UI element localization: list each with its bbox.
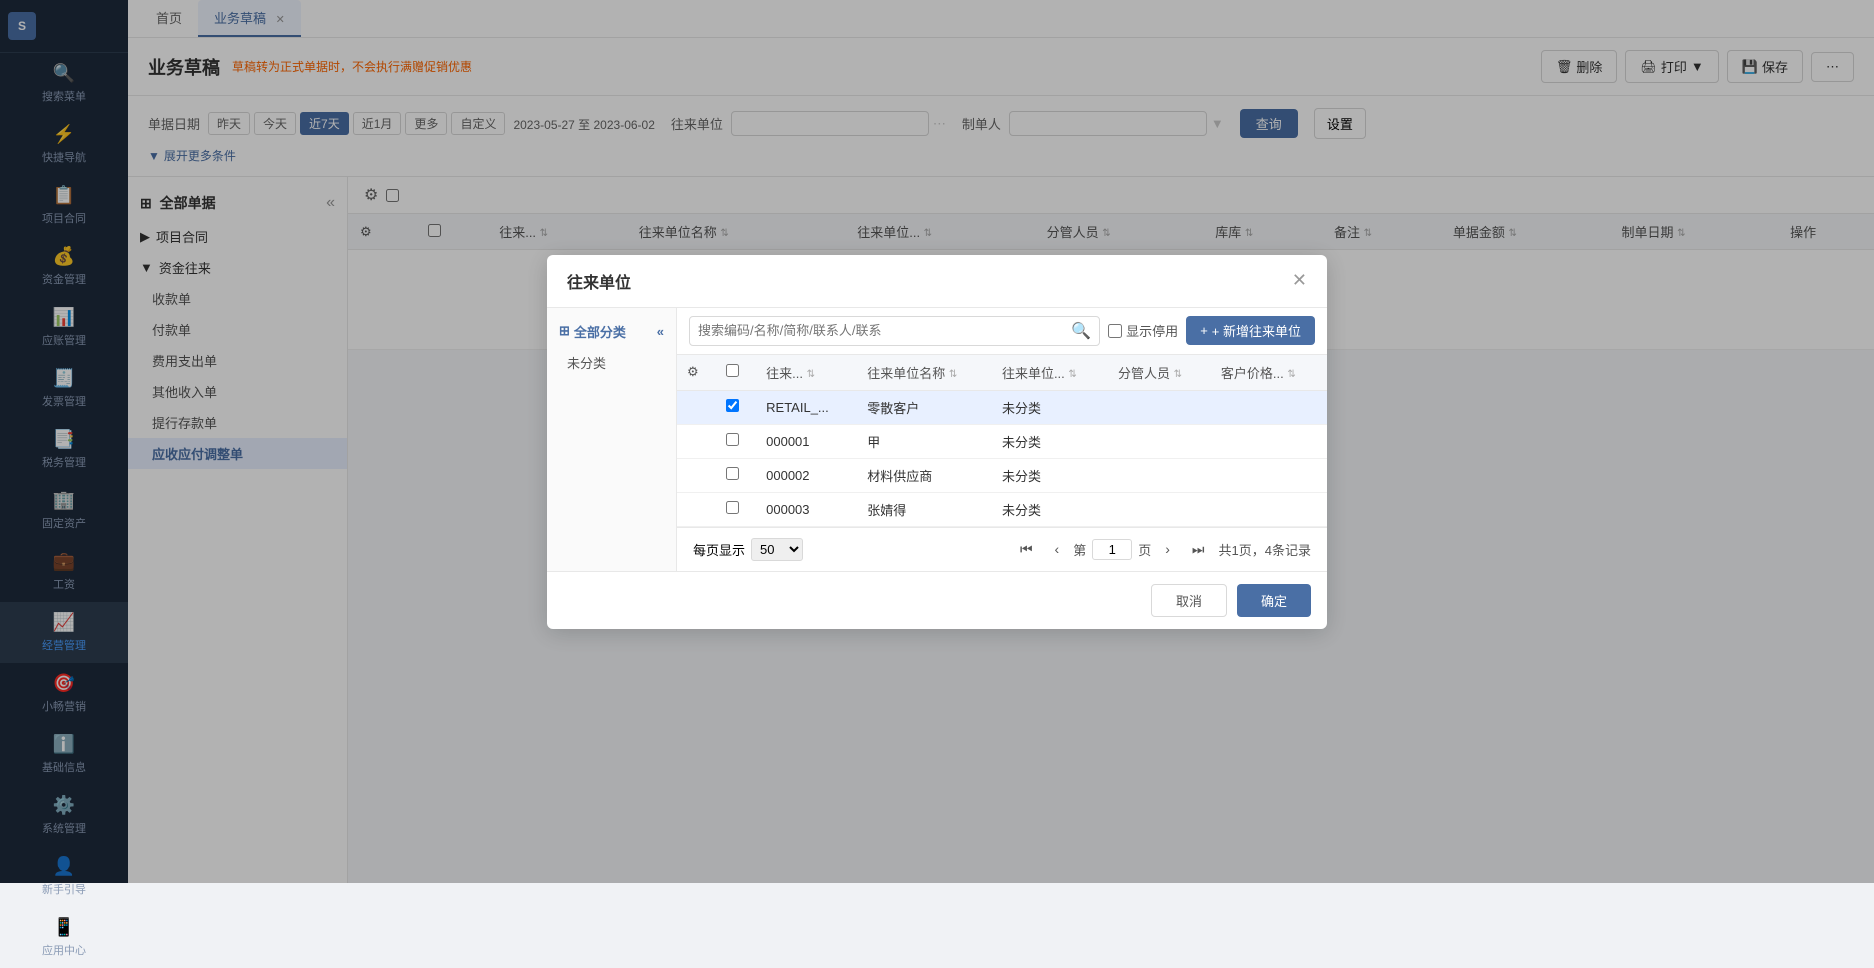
page-input[interactable] xyxy=(1092,539,1132,560)
row-checkbox[interactable] xyxy=(726,433,739,446)
row-code-cell: 000002 xyxy=(756,458,857,492)
row-checkbox-cell xyxy=(716,458,756,492)
modal-all-categories[interactable]: ⊞ 全部分类 « xyxy=(547,316,676,347)
row-category-cell: 未分类 xyxy=(992,458,1108,492)
add-partner-button[interactable]: + + 新增往来单位 xyxy=(1186,316,1315,345)
modal-footer: 每页显示 50 100 ⏮ ‹ 第 页 › ⏭ 共1页 xyxy=(677,527,1327,571)
modal-table-row[interactable]: RETAIL_... 零散客户 未分类 xyxy=(677,390,1327,424)
page-next-button[interactable]: › xyxy=(1157,539,1178,559)
row-price-cell xyxy=(1211,390,1327,424)
modal-close-button[interactable]: ✕ xyxy=(1292,270,1307,291)
modal-table-row[interactable]: 000001 甲 未分类 xyxy=(677,424,1327,458)
modal-table: ⚙ 往来... ⇅ 往来单位名称 ⇅ 往来单位... ⇅ 分管人员 ⇅ 客户价格… xyxy=(677,355,1327,527)
sidebar-item-appcenter[interactable]: 📱 应用中心 xyxy=(0,907,128,968)
show-disabled-label: 显示停用 xyxy=(1108,321,1178,340)
modal-col-code: 往来... ⇅ xyxy=(756,355,857,391)
page-prev-button[interactable]: ‹ xyxy=(1047,539,1068,559)
row-settings-cell xyxy=(677,390,716,424)
plus-icon: + xyxy=(1200,323,1208,338)
row-code-cell: RETAIL_... xyxy=(756,390,857,424)
modal-title: 往来单位 xyxy=(567,269,631,293)
row-checkbox-cell xyxy=(716,390,756,424)
modal-col-checkbox xyxy=(716,355,756,391)
row-category-cell: 未分类 xyxy=(992,424,1108,458)
row-price-cell xyxy=(1211,458,1327,492)
total-records: 共1页，4条记录 xyxy=(1219,540,1311,559)
row-checkbox-cell xyxy=(716,424,756,458)
modal-header: 往来单位 ✕ xyxy=(547,255,1327,308)
row-name-cell: 材料供应商 xyxy=(857,458,992,492)
row-code-cell: 000003 xyxy=(756,492,857,526)
modal-col-manager: 分管人员 ⇅ xyxy=(1108,355,1211,391)
modal-actions: 取消 确定 xyxy=(547,571,1327,629)
sidebar-item-label: 新手引导 xyxy=(42,881,86,897)
row-manager-cell xyxy=(1108,492,1211,526)
modal-left-panel: ⊞ 全部分类 « 未分类 xyxy=(547,308,677,571)
modal-col-category: 往来单位... ⇅ xyxy=(992,355,1108,391)
row-checkbox-cell xyxy=(716,492,756,526)
modal-body: ⊞ 全部分类 « 未分类 🔍 显示停用 xyxy=(547,308,1327,571)
pagination: ⏮ ‹ 第 页 › ⏭ 共1页，4条记录 xyxy=(1012,539,1311,560)
modal-toolbar: 🔍 显示停用 + + 新增往来单位 xyxy=(677,308,1327,355)
page-first-button[interactable]: ⏮ xyxy=(1012,539,1041,560)
modal-uncategorized[interactable]: 未分类 xyxy=(547,347,676,378)
row-checkbox[interactable] xyxy=(726,501,739,514)
row-price-cell xyxy=(1211,424,1327,458)
per-page-select[interactable]: 50 100 xyxy=(751,538,803,561)
modal-table-row[interactable]: 000002 材料供应商 未分类 xyxy=(677,458,1327,492)
row-category-cell: 未分类 xyxy=(992,390,1108,424)
row-settings-cell xyxy=(677,424,716,458)
row-price-cell xyxy=(1211,492,1327,526)
row-checkbox[interactable] xyxy=(726,467,739,480)
search-icon: 🔍 xyxy=(1071,321,1091,341)
modal-col-name: 往来单位名称 ⇅ xyxy=(857,355,992,391)
modal-search-input[interactable] xyxy=(698,323,1071,338)
per-page-area: 每页显示 50 100 xyxy=(693,538,803,561)
row-manager-cell xyxy=(1108,424,1211,458)
modal-col-price: 客户价格... ⇅ xyxy=(1211,355,1327,391)
row-settings-cell xyxy=(677,458,716,492)
row-manager-cell xyxy=(1108,458,1211,492)
page-last-button[interactable]: ⏭ xyxy=(1184,539,1213,560)
modal-table-row[interactable]: 000003 张婧得 未分类 xyxy=(677,492,1327,526)
modal-overlay: 往来单位 ✕ ⊞ 全部分类 « 未分类 xyxy=(0,0,1874,883)
row-name-cell: 甲 xyxy=(857,424,992,458)
row-checkbox[interactable] xyxy=(726,399,739,412)
modal-col-settings: ⚙ xyxy=(677,355,716,391)
modal-table-wrap: ⚙ 往来... ⇅ 往来单位名称 ⇅ 往来单位... ⇅ 分管人员 ⇅ 客户价格… xyxy=(677,355,1327,527)
confirm-button[interactable]: 确定 xyxy=(1237,584,1311,617)
row-name-cell: 张婧得 xyxy=(857,492,992,526)
row-category-cell: 未分类 xyxy=(992,492,1108,526)
sidebar-item-label: 应用中心 xyxy=(42,942,86,958)
collapse-icon: « xyxy=(657,324,664,339)
row-code-cell: 000001 xyxy=(756,424,857,458)
row-manager-cell xyxy=(1108,390,1211,424)
modal: 往来单位 ✕ ⊞ 全部分类 « 未分类 xyxy=(547,255,1327,629)
appcenter-icon: 📱 xyxy=(53,917,75,938)
modal-right-panel: 🔍 显示停用 + + 新增往来单位 xyxy=(677,308,1327,571)
modal-search-box: 🔍 xyxy=(689,316,1100,346)
row-settings-cell xyxy=(677,492,716,526)
row-name-cell: 零散客户 xyxy=(857,390,992,424)
cancel-button[interactable]: 取消 xyxy=(1151,584,1227,617)
grid-icon: ⊞ xyxy=(559,323,570,339)
modal-select-all[interactable] xyxy=(726,364,739,377)
show-disabled-checkbox[interactable] xyxy=(1108,324,1122,338)
